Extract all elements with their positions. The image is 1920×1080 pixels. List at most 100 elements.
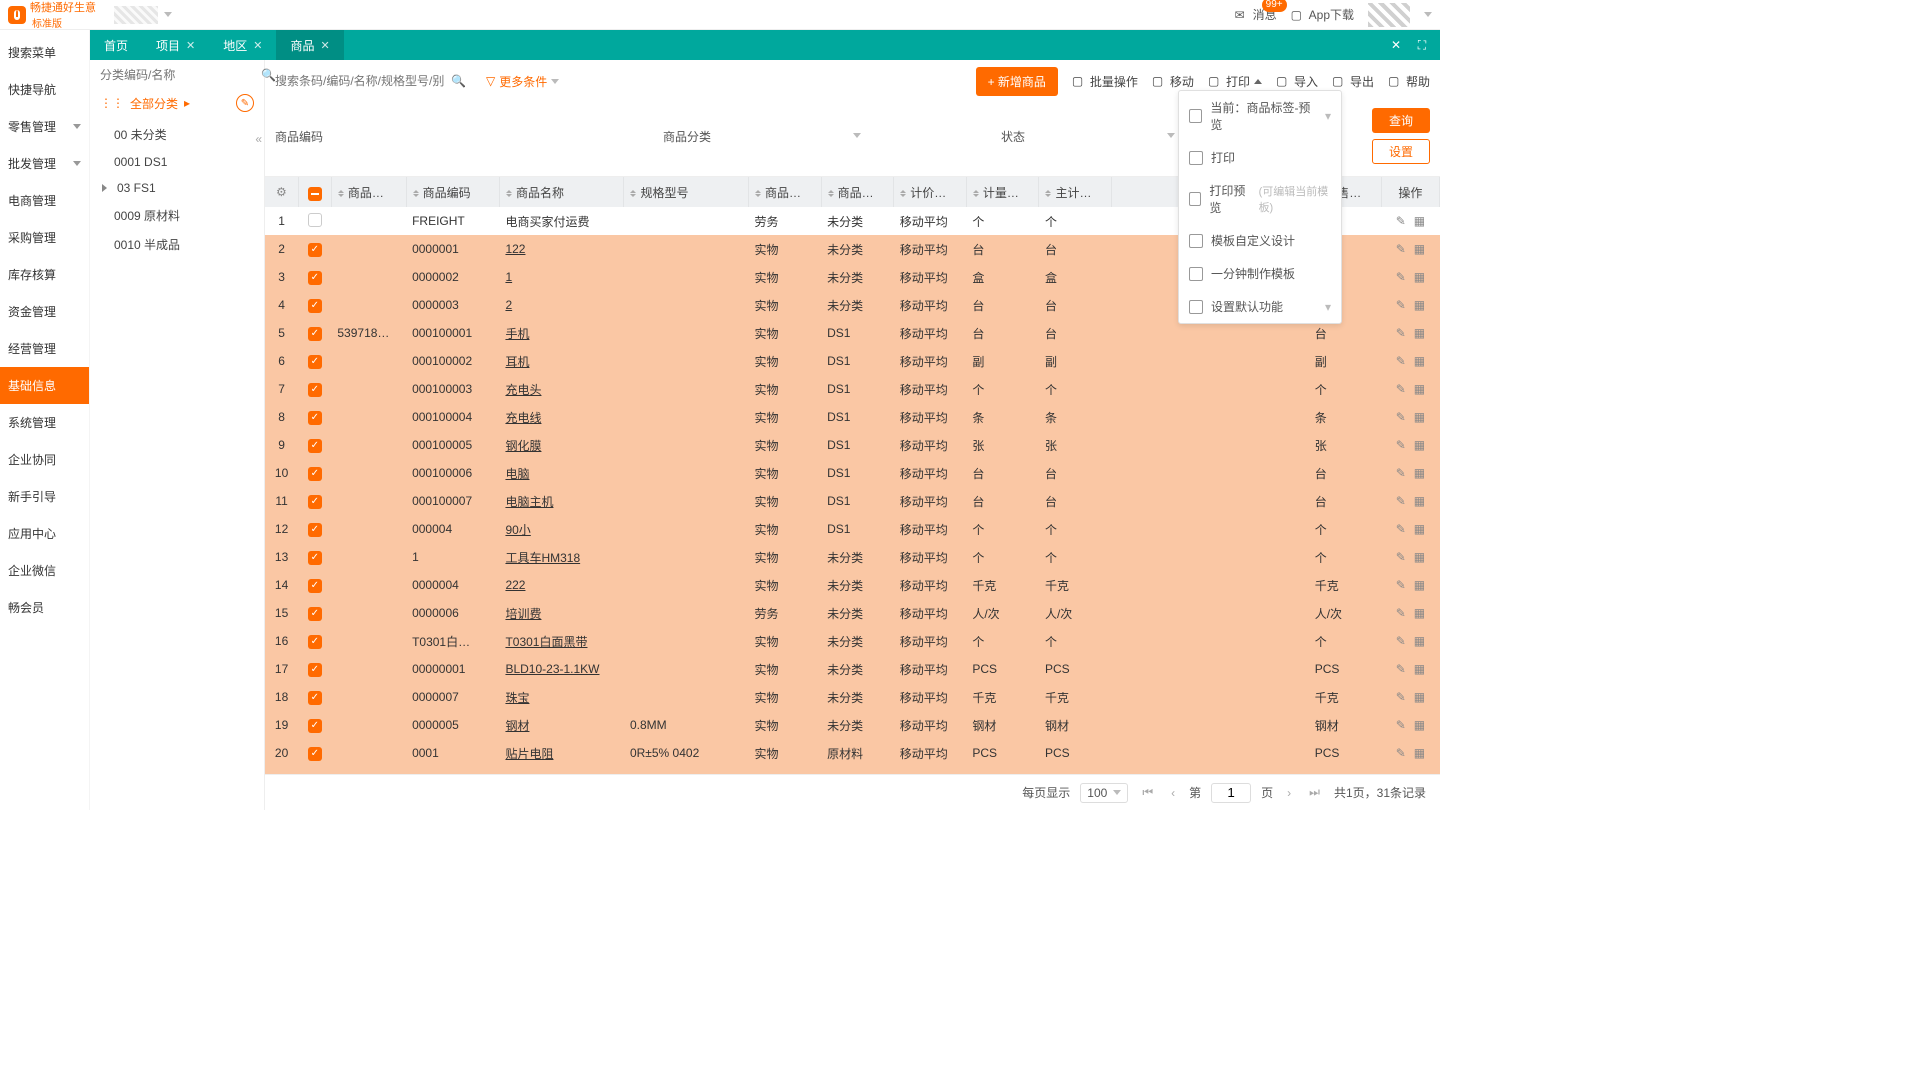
row-checkbox[interactable]: ✓: [308, 607, 322, 621]
row-checkbox[interactable]: ✓: [308, 411, 322, 425]
edit-icon[interactable]: ✎: [1396, 466, 1406, 480]
settings-button[interactable]: 设置: [1372, 139, 1430, 164]
product-name-link[interactable]: 工具车HM318: [505, 551, 580, 565]
table-row[interactable]: 21✓0002贴片电容104±10% 0402实物原材料移动平均PCSPCSPC…: [265, 767, 1440, 774]
add-product-button[interactable]: + 新增商品: [976, 67, 1058, 96]
col-cat[interactable]: 商品…: [821, 177, 894, 207]
toolbar-help[interactable]: ▢帮助: [1388, 73, 1430, 90]
nav-item-0[interactable]: 搜索菜单: [0, 34, 89, 71]
product-name-link[interactable]: 90小: [505, 523, 530, 537]
tab-close-icon[interactable]: ✕: [1388, 37, 1404, 53]
row-checkbox[interactable]: ✓: [308, 327, 322, 341]
tree-item-1[interactable]: 0001 DS1: [90, 149, 264, 175]
edit-icon[interactable]: ✎: [1396, 662, 1406, 676]
product-name-link[interactable]: 手机: [505, 327, 529, 341]
more-icon[interactable]: ▦: [1414, 242, 1425, 256]
more-icon[interactable]: ▦: [1414, 382, 1425, 396]
edit-icon[interactable]: ✎: [1396, 214, 1406, 228]
dd-default[interactable]: 设置默认功能▾: [1179, 290, 1341, 323]
toolbar-print[interactable]: ▢打印: [1208, 73, 1262, 90]
search-icon[interactable]: 🔍: [451, 74, 466, 88]
more-icon[interactable]: ▦: [1414, 690, 1425, 704]
more-icon[interactable]: ▦: [1414, 214, 1425, 228]
more-filters-toggle[interactable]: ▽ 更多条件: [486, 73, 559, 90]
table-row[interactable]: 9✓000100005钢化膜实物DS1移动平均张张张✎▦: [265, 431, 1440, 459]
toolbar-search-input[interactable]: [275, 74, 445, 88]
col-unit[interactable]: 计量…: [966, 177, 1039, 207]
col-barcode[interactable]: 商品…: [331, 177, 406, 207]
nav-item-2[interactable]: 零售管理: [0, 108, 89, 145]
more-icon[interactable]: ▦: [1414, 606, 1425, 620]
edit-icon[interactable]: ✎: [1396, 634, 1406, 648]
more-icon[interactable]: ▦: [1414, 270, 1425, 284]
edit-icon[interactable]: ✎: [1396, 550, 1406, 564]
fullscreen-icon[interactable]: ⛶: [1414, 37, 1430, 53]
row-checkbox[interactable]: ✓: [308, 663, 322, 677]
page-next-button[interactable]: ›: [1283, 786, 1295, 800]
dd-current-template[interactable]: 当前：商品标签-预览 ▾: [1179, 91, 1341, 141]
more-icon[interactable]: ▦: [1414, 522, 1425, 536]
table-row[interactable]: 16✓T0301白…T0301白面黑带实物未分类移动平均个个个✎▦: [265, 627, 1440, 655]
close-icon[interactable]: ✕: [253, 39, 262, 52]
page-last-button[interactable]: ⏭: [1305, 785, 1324, 800]
col-name[interactable]: 商品名称: [499, 177, 624, 207]
product-name-link[interactable]: 钢化膜: [505, 439, 541, 453]
row-checkbox[interactable]: [308, 213, 322, 227]
product-name-link[interactable]: 122: [505, 242, 525, 256]
row-checkbox[interactable]: ✓: [308, 747, 322, 761]
tab-2[interactable]: 地区✕: [209, 30, 276, 60]
edit-icon[interactable]: ✎: [1396, 438, 1406, 452]
edit-icon[interactable]: ✎: [1396, 326, 1406, 340]
nav-item-6[interactable]: 库存核算: [0, 256, 89, 293]
table-row[interactable]: 17✓00000001BLD10-23-1.1KW实物未分类移动平均PCSPCS…: [265, 655, 1440, 683]
more-icon[interactable]: ▦: [1414, 634, 1425, 648]
row-checkbox[interactable]: ✓: [308, 495, 322, 509]
table-row[interactable]: 7✓000100003充电头实物DS1移动平均个个个✎▦: [265, 375, 1440, 403]
tree-search-input[interactable]: [100, 68, 255, 82]
more-icon[interactable]: ▦: [1414, 326, 1425, 340]
nav-item-9[interactable]: 基础信息: [0, 367, 89, 404]
more-icon[interactable]: ▦: [1414, 746, 1425, 760]
filter-category[interactable]: 商品分类: [663, 128, 861, 145]
filter-status[interactable]: 状态: [1001, 128, 1175, 145]
edit-icon[interactable]: ✎: [1396, 606, 1406, 620]
product-name-link[interactable]: 电脑主机: [505, 495, 553, 509]
app-download-link[interactable]: ▢ App下载: [1291, 6, 1354, 23]
row-checkbox[interactable]: ✓: [308, 439, 322, 453]
tab-3[interactable]: 商品✕: [276, 30, 343, 60]
row-checkbox[interactable]: ✓: [308, 243, 322, 257]
nav-item-5[interactable]: 采购管理: [0, 219, 89, 256]
tree-item-2[interactable]: 03 FS1: [90, 175, 264, 201]
nav-item-14[interactable]: 企业微信: [0, 552, 89, 589]
product-name-link[interactable]: 珠宝: [505, 691, 529, 705]
nav-item-10[interactable]: 系统管理: [0, 404, 89, 441]
more-icon[interactable]: ▦: [1414, 578, 1425, 592]
page-first-button[interactable]: ⏮: [1138, 785, 1157, 800]
nav-item-1[interactable]: 快捷导航: [0, 71, 89, 108]
row-checkbox[interactable]: ✓: [308, 299, 322, 313]
product-name-link[interactable]: BLD10-23-1.1KW: [505, 662, 599, 676]
select-all-checkbox[interactable]: [308, 187, 322, 201]
collapse-tree-icon[interactable]: «: [255, 132, 262, 146]
tree-item-3[interactable]: 0009 原材料: [90, 201, 264, 230]
more-icon[interactable]: ▦: [1414, 438, 1425, 452]
tab-0[interactable]: 首页: [90, 30, 142, 60]
edit-icon[interactable]: ✎: [1396, 410, 1406, 424]
row-checkbox[interactable]: ✓: [308, 691, 322, 705]
close-icon[interactable]: ✕: [321, 39, 330, 52]
product-name-link[interactable]: 电脑: [505, 467, 529, 481]
nav-item-11[interactable]: 企业协同: [0, 441, 89, 478]
toolbar-bulk[interactable]: ▢批量操作: [1072, 73, 1138, 90]
edit-icon[interactable]: ✎: [1396, 578, 1406, 592]
edit-icon[interactable]: ✎: [1396, 522, 1406, 536]
page-prev-button[interactable]: ‹: [1167, 786, 1179, 800]
page-input[interactable]: [1211, 783, 1251, 803]
user-avatar[interactable]: [1368, 3, 1410, 27]
toolbar-export[interactable]: ▢导出: [1332, 73, 1374, 90]
per-page-select[interactable]: 100: [1080, 783, 1128, 803]
edit-icon[interactable]: ✎: [1396, 746, 1406, 760]
nav-item-7[interactable]: 资金管理: [0, 293, 89, 330]
query-button[interactable]: 查询: [1372, 108, 1430, 133]
more-icon[interactable]: ▦: [1414, 466, 1425, 480]
product-name-link[interactable]: 充电头: [505, 383, 541, 397]
